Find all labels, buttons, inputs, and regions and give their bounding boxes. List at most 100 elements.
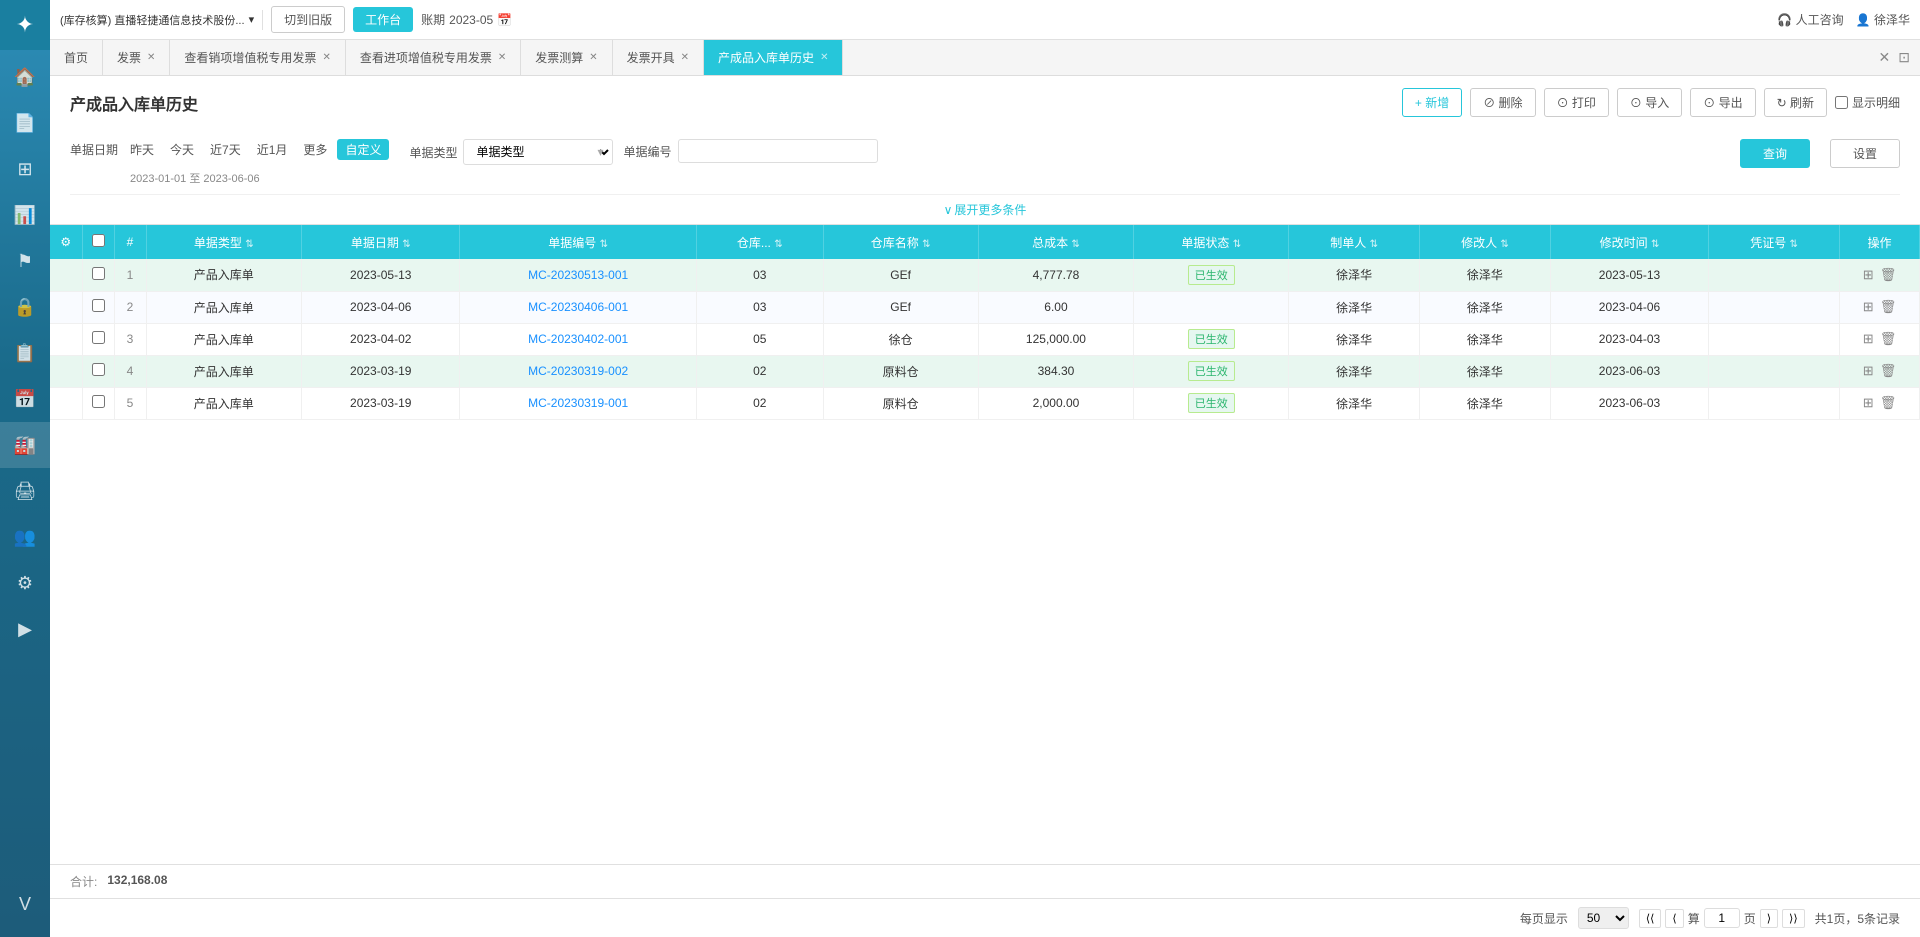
row-delete-icon[interactable]: 🗑 bbox=[1880, 363, 1897, 379]
row-checkbox[interactable] bbox=[92, 267, 105, 280]
sidebar-item-settings2[interactable]: ⚙ bbox=[0, 560, 50, 606]
tab-home[interactable]: 首页 bbox=[50, 40, 103, 75]
tab-vat-input-close[interactable]: ✕ bbox=[498, 52, 506, 63]
sidebar-item-grid[interactable]: ⊞ bbox=[0, 146, 50, 192]
sidebar-item-v[interactable]: V bbox=[0, 881, 50, 927]
set-button[interactable]: 设置 bbox=[1830, 139, 1900, 168]
row-doc-number[interactable]: MC-20230402-001 bbox=[460, 323, 697, 355]
sidebar-item-calendar[interactable]: 📅 bbox=[0, 376, 50, 422]
refresh-button[interactable]: ↻ 刷新 bbox=[1764, 88, 1827, 117]
row-doc-number[interactable]: MC-20230406-001 bbox=[460, 291, 697, 323]
period-label: 账期 bbox=[421, 11, 445, 28]
tab-vat-input[interactable]: 查看进项增值税专用发票 ✕ bbox=[346, 40, 521, 75]
row-settings-icon bbox=[50, 259, 82, 291]
page-number-input[interactable] bbox=[1704, 908, 1740, 928]
col-total-cost[interactable]: 总成本 ⇅ bbox=[978, 225, 1134, 259]
row-doc-number[interactable]: MC-20230513-001 bbox=[460, 259, 697, 291]
col-creator[interactable]: 制单人 ⇅ bbox=[1289, 225, 1420, 259]
col-warehouse-name[interactable]: 仓库名称 ⇅ bbox=[823, 225, 978, 259]
footer-total: 合计: 132,168.08 bbox=[70, 873, 167, 890]
user-service[interactable]: 🎧 人工咨询 bbox=[1777, 11, 1843, 28]
filter-type-group: 单据类型 单据类型 ▾ bbox=[409, 139, 603, 165]
company-dropdown-icon[interactable]: ▾ bbox=[249, 13, 255, 26]
number-filter-input[interactable] bbox=[678, 139, 878, 163]
row-view-icon[interactable]: ⊞ bbox=[1863, 363, 1874, 379]
expand-conditions-button[interactable]: ∨ 展开更多条件 bbox=[944, 201, 1027, 218]
import-button[interactable]: ⊙ 导入 bbox=[1617, 88, 1682, 117]
row-checkbox[interactable] bbox=[92, 331, 105, 344]
print-button[interactable]: ⊙ 打印 bbox=[1544, 88, 1609, 117]
date-btn-more[interactable]: 更多 bbox=[297, 139, 333, 160]
col-type[interactable]: 单据类型 ⇅ bbox=[146, 225, 302, 259]
row-doc-number[interactable]: MC-20230319-001 bbox=[460, 387, 697, 419]
sidebar-item-play[interactable]: ▶ bbox=[0, 606, 50, 652]
type-filter-select[interactable]: 单据类型 bbox=[463, 139, 613, 165]
col-date[interactable]: 单据日期 ⇅ bbox=[302, 225, 460, 259]
export-button[interactable]: ⊙ 导出 bbox=[1690, 88, 1755, 117]
last-page-button[interactable]: ⟩⟩ bbox=[1782, 909, 1805, 928]
tab-invoice-calc[interactable]: 发票测算 ✕ bbox=[521, 40, 612, 75]
date-btn-1month[interactable]: 近1月 bbox=[251, 139, 294, 160]
tab-expand[interactable]: ⊡ bbox=[1898, 49, 1910, 66]
next-page-button[interactable]: ⟩ bbox=[1760, 909, 1778, 928]
sidebar-item-lock[interactable]: 🔒 bbox=[0, 284, 50, 330]
tab-product-history[interactable]: 产成品入库单历史 ✕ bbox=[704, 40, 843, 75]
prev-page-button[interactable]: ⟨ bbox=[1665, 909, 1683, 928]
col-number[interactable]: 单据编号 ⇅ bbox=[460, 225, 697, 259]
sidebar-item-home[interactable]: 🏠 bbox=[0, 54, 50, 100]
row-delete-icon[interactable]: 🗑 bbox=[1880, 331, 1897, 347]
sidebar-item-chart[interactable]: 📊 bbox=[0, 192, 50, 238]
col-status[interactable]: 单据状态 ⇅ bbox=[1134, 225, 1289, 259]
tab-vat-output-close[interactable]: ✕ bbox=[322, 52, 330, 63]
row-view-icon[interactable]: ⊞ bbox=[1863, 331, 1874, 347]
tab-invoice-close[interactable]: ✕ bbox=[147, 52, 155, 63]
delete-button[interactable]: ⊘ 删除 bbox=[1470, 88, 1535, 117]
status-badge: 已生效 bbox=[1188, 265, 1235, 285]
select-all-checkbox[interactable] bbox=[92, 234, 105, 247]
sidebar-item-users[interactable]: 👥 bbox=[0, 514, 50, 560]
sidebar-item-flag[interactable]: ⚑ bbox=[0, 238, 50, 284]
user-info[interactable]: 👤 徐泽华 bbox=[1856, 11, 1910, 28]
row-view-icon[interactable]: ⊞ bbox=[1863, 299, 1874, 315]
row-delete-icon[interactable]: 🗑 bbox=[1880, 395, 1897, 411]
workbench-button[interactable]: 工作台 bbox=[353, 7, 413, 32]
tab-invoice-calc-close[interactable]: ✕ bbox=[589, 52, 597, 63]
tab-product-history-close[interactable]: ✕ bbox=[820, 52, 828, 63]
calendar-icon[interactable]: 📅 bbox=[497, 13, 512, 27]
row-delete-icon[interactable]: 🗑 bbox=[1880, 299, 1897, 315]
sidebar-item-stamp[interactable]: 🖨 bbox=[0, 468, 50, 514]
date-btn-today[interactable]: 今天 bbox=[164, 139, 200, 160]
tab-close-all[interactable]: ✕ bbox=[1879, 49, 1891, 66]
row-checkbox[interactable] bbox=[92, 299, 105, 312]
display-summary-checkbox[interactable] bbox=[1835, 96, 1848, 109]
row-total-cost: 2,000.00 bbox=[978, 387, 1134, 419]
company-selector[interactable]: (库存核算) 直播轻捷通信息技术股份... ▾ bbox=[60, 12, 254, 28]
switch-version-button[interactable]: 切到旧版 bbox=[271, 6, 345, 33]
col-settings[interactable]: ⚙ bbox=[50, 225, 82, 259]
per-page-select[interactable]: 50 10 20 100 bbox=[1578, 907, 1629, 929]
sidebar-item-docs[interactable]: 📄 bbox=[0, 100, 50, 146]
row-doc-number[interactable]: MC-20230319-002 bbox=[460, 355, 697, 387]
row-view-icon[interactable]: ⊞ bbox=[1863, 395, 1874, 411]
col-voucher[interactable]: 凭证号 ⇅ bbox=[1709, 225, 1840, 259]
sidebar-item-form[interactable]: 📋 bbox=[0, 330, 50, 376]
query-button[interactable]: 查询 bbox=[1740, 139, 1810, 168]
new-button[interactable]: + 新增 bbox=[1402, 88, 1462, 117]
tab-invoice-open-close[interactable]: ✕ bbox=[681, 52, 689, 63]
row-delete-icon[interactable]: 🗑 bbox=[1880, 267, 1897, 283]
row-view-icon[interactable]: ⊞ bbox=[1863, 267, 1874, 283]
date-btn-yesterday[interactable]: 昨天 bbox=[124, 139, 160, 160]
per-page-label: 每页显示 bbox=[1520, 910, 1568, 927]
col-warehouse-code[interactable]: 仓库... ⇅ bbox=[696, 225, 823, 259]
row-checkbox[interactable] bbox=[92, 363, 105, 376]
tab-vat-output[interactable]: 查看销项增值税专用发票 ✕ bbox=[170, 40, 345, 75]
tab-invoice[interactable]: 发票 ✕ bbox=[103, 40, 170, 75]
date-btn-7days[interactable]: 近7天 bbox=[204, 139, 247, 160]
tab-invoice-open[interactable]: 发票开具 ✕ bbox=[613, 40, 704, 75]
row-checkbox[interactable] bbox=[92, 395, 105, 408]
col-modifier[interactable]: 修改人 ⇅ bbox=[1420, 225, 1551, 259]
first-page-button[interactable]: ⟨⟨ bbox=[1639, 909, 1662, 928]
date-btn-custom[interactable]: 自定义 bbox=[337, 139, 389, 160]
sidebar-item-warehouse[interactable]: 🏭 bbox=[0, 422, 50, 468]
col-modify-time[interactable]: 修改时间 ⇅ bbox=[1550, 225, 1708, 259]
